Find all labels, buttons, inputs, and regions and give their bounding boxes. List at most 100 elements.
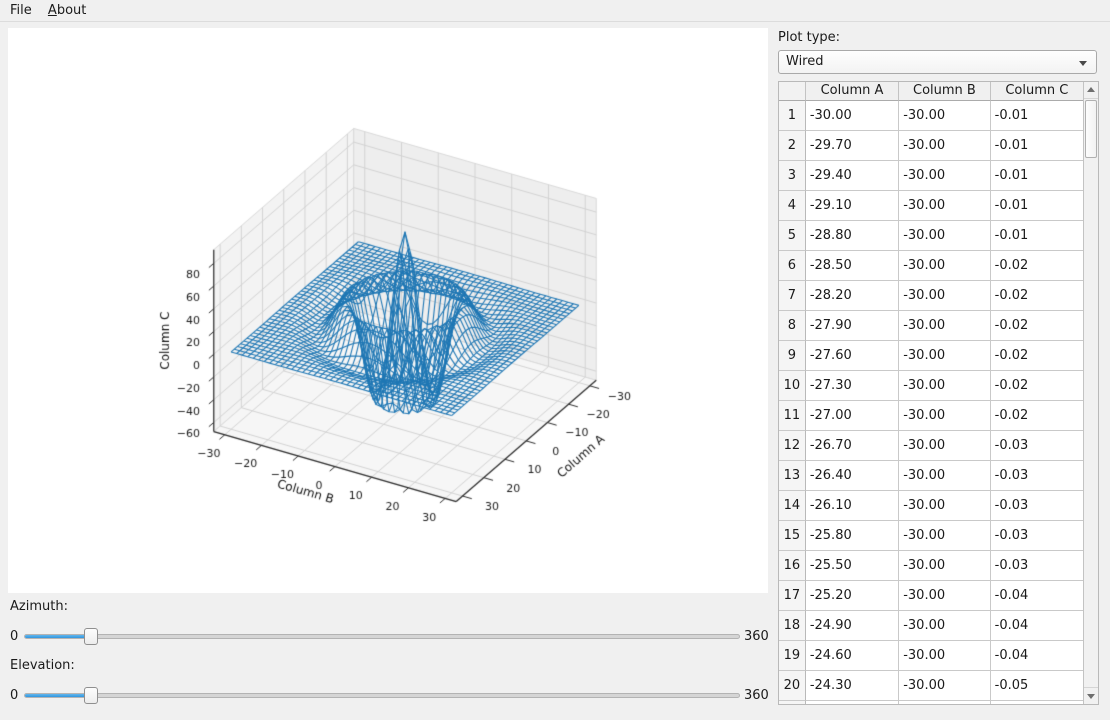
table-cell[interactable]: -30.00: [899, 401, 990, 431]
row-header-cell[interactable]: 7: [779, 281, 806, 311]
table-cell[interactable]: -30.00: [806, 101, 899, 131]
row-header-cell[interactable]: 18: [779, 611, 806, 641]
table-cell[interactable]: -30.00: [899, 431, 990, 461]
row-header-cell[interactable]: 16: [779, 551, 806, 581]
table-cell[interactable]: -28.80: [806, 221, 899, 251]
table-cell[interactable]: -26.40: [806, 461, 899, 491]
row-header-cell[interactable]: 13: [779, 461, 806, 491]
arrow-up-icon: [1087, 87, 1095, 92]
table-cell[interactable]: -0.03: [991, 431, 1083, 461]
table-cell[interactable]: -30.00: [899, 161, 990, 191]
table-cell[interactable]: -0.04: [991, 641, 1083, 671]
table-cell[interactable]: -0.01: [991, 161, 1083, 191]
table-cell[interactable]: -0.03: [991, 521, 1083, 551]
table-scrollbar[interactable]: [1083, 82, 1098, 704]
table-cell[interactable]: -27.90: [806, 311, 899, 341]
table-cell[interactable]: -29.10: [806, 191, 899, 221]
table-cell[interactable]: -0.01: [991, 131, 1083, 161]
row-header-cell[interactable]: 11: [779, 401, 806, 431]
table-cell[interactable]: -0.03: [991, 461, 1083, 491]
table-cell[interactable]: -0.01: [991, 101, 1083, 131]
table-cell[interactable]: -26.70: [806, 431, 899, 461]
table-cell[interactable]: -30.00: [899, 551, 990, 581]
table-cell[interactable]: -0.04: [991, 581, 1083, 611]
row-header-cell[interactable]: 12: [779, 431, 806, 461]
column-header-a[interactable]: Column A: [806, 82, 899, 101]
row-header-cell[interactable]: 6: [779, 251, 806, 281]
azimuth-slider[interactable]: [24, 634, 740, 639]
scrollbar-thumb[interactable]: [1085, 100, 1097, 158]
table-cell[interactable]: -30.00: [899, 281, 990, 311]
table-cell[interactable]: -30.00: [899, 641, 990, 671]
table-cell[interactable]: -26.10: [806, 491, 899, 521]
table-cell[interactable]: -24.90: [806, 611, 899, 641]
table-cell[interactable]: [899, 701, 990, 705]
row-header-cell[interactable]: 4: [779, 191, 806, 221]
menu-about[interactable]: About: [42, 0, 92, 21]
row-header-cell[interactable]: 9: [779, 341, 806, 371]
azimuth-slider-handle[interactable]: [84, 628, 98, 645]
table-cell[interactable]: -30.00: [899, 311, 990, 341]
table-cell[interactable]: -30.00: [899, 521, 990, 551]
row-header-cell[interactable]: 10: [779, 371, 806, 401]
table-cell[interactable]: -27.30: [806, 371, 899, 401]
row-header-cell[interactable]: 14: [779, 491, 806, 521]
table-cell[interactable]: -30.00: [899, 341, 990, 371]
table-cell[interactable]: -0.03: [991, 551, 1083, 581]
table-cell[interactable]: -29.40: [806, 161, 899, 191]
table-cell[interactable]: -25.50: [806, 551, 899, 581]
table-cell[interactable]: -0.02: [991, 371, 1083, 401]
table-cell[interactable]: -0.02: [991, 341, 1083, 371]
scrollbar-down-button[interactable]: [1084, 687, 1098, 704]
table-cell[interactable]: -29.70: [806, 131, 899, 161]
elevation-slider[interactable]: [24, 693, 740, 698]
table-cell[interactable]: -30.00: [899, 251, 990, 281]
table-row: 16-25.50-30.00-0.03: [779, 551, 1083, 581]
row-header-cell[interactable]: 15: [779, 521, 806, 551]
table-cell[interactable]: -0.02: [991, 251, 1083, 281]
table-cell[interactable]: -27.60: [806, 341, 899, 371]
column-header-c[interactable]: Column C: [991, 82, 1083, 101]
row-header-cell[interactable]: 5: [779, 221, 806, 251]
table-cell[interactable]: -27.00: [806, 401, 899, 431]
column-header-b[interactable]: Column B: [899, 82, 990, 101]
table-cell[interactable]: -30.00: [899, 671, 990, 701]
plot-type-combobox[interactable]: Wired: [778, 50, 1097, 74]
table-cell[interactable]: -30.00: [899, 611, 990, 641]
table-cell[interactable]: [806, 701, 899, 705]
table-cell[interactable]: -0.01: [991, 191, 1083, 221]
table-cell[interactable]: -0.04: [991, 611, 1083, 641]
elevation-slider-handle[interactable]: [84, 687, 98, 704]
row-header-cell[interactable]: 20: [779, 671, 806, 701]
table-cell[interactable]: -30.00: [899, 491, 990, 521]
row-header-cell[interactable]: 19: [779, 641, 806, 671]
table-cell[interactable]: -25.20: [806, 581, 899, 611]
table-cell[interactable]: -0.05: [991, 671, 1083, 701]
row-header-cell[interactable]: 8: [779, 311, 806, 341]
table-cell[interactable]: -0.02: [991, 281, 1083, 311]
table-cell[interactable]: -30.00: [899, 581, 990, 611]
row-header-cell[interactable]: 2: [779, 131, 806, 161]
table-cell[interactable]: -0.02: [991, 401, 1083, 431]
row-header-cell[interactable]: [779, 701, 806, 705]
table-cell[interactable]: -28.20: [806, 281, 899, 311]
table-cell[interactable]: -28.50: [806, 251, 899, 281]
table-cell[interactable]: -30.00: [899, 191, 990, 221]
row-header-cell[interactable]: 17: [779, 581, 806, 611]
table-cell[interactable]: -30.00: [899, 221, 990, 251]
table-cell[interactable]: -30.00: [899, 131, 990, 161]
table-cell[interactable]: -0.01: [991, 221, 1083, 251]
row-header-cell[interactable]: 3: [779, 161, 806, 191]
scrollbar-up-button[interactable]: [1084, 82, 1098, 99]
table-cell[interactable]: -0.02: [991, 311, 1083, 341]
table-cell[interactable]: [991, 701, 1083, 705]
row-header-cell[interactable]: 1: [779, 101, 806, 131]
table-cell[interactable]: -30.00: [899, 461, 990, 491]
table-cell[interactable]: -24.30: [806, 671, 899, 701]
table-cell[interactable]: -30.00: [899, 371, 990, 401]
menu-file[interactable]: File: [4, 0, 38, 21]
table-cell[interactable]: -24.60: [806, 641, 899, 671]
table-cell[interactable]: -30.00: [899, 101, 990, 131]
table-cell[interactable]: -0.03: [991, 491, 1083, 521]
table-cell[interactable]: -25.80: [806, 521, 899, 551]
